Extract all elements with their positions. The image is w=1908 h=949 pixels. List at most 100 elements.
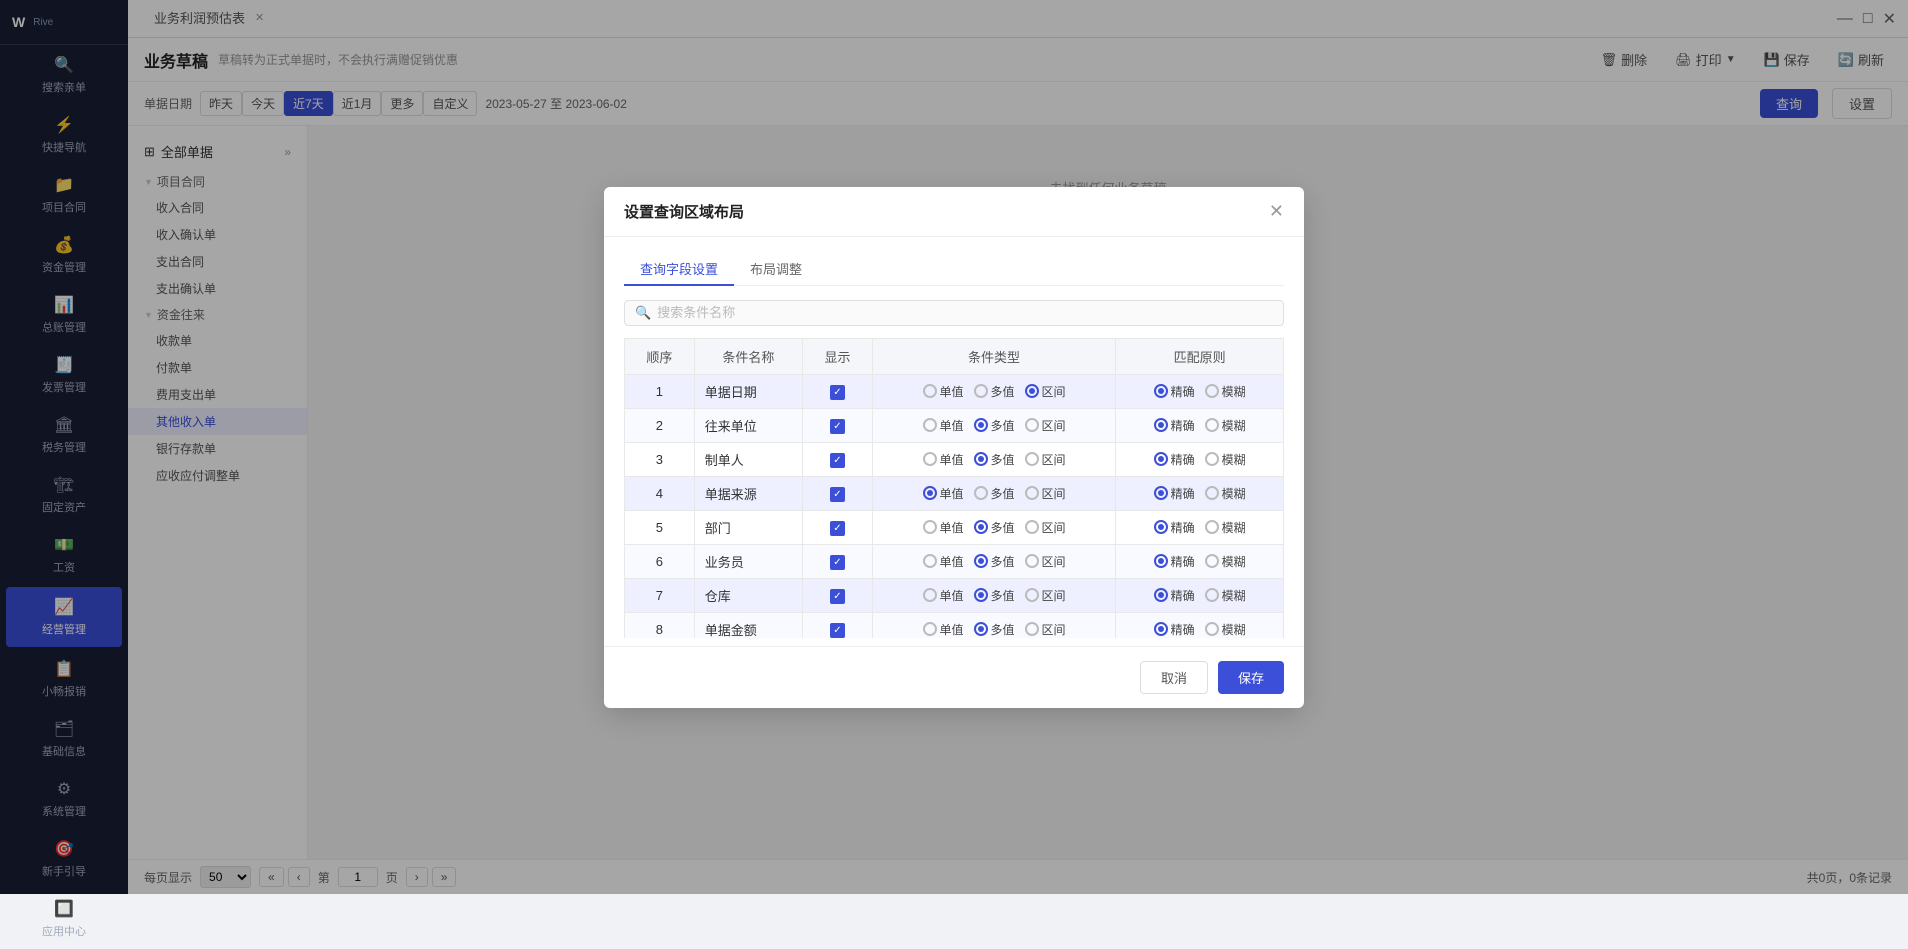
radio-dot [1205, 622, 1219, 636]
type-radio-8-2[interactable]: 区间 [1025, 621, 1066, 638]
row-checkbox-6[interactable]: ✓ [803, 544, 873, 578]
checkbox-3[interactable]: ✓ [830, 453, 845, 468]
match-radio-8-0[interactable]: 精确 [1154, 621, 1195, 638]
match-radio-7-0[interactable]: 精确 [1154, 587, 1195, 604]
match-radio-1-0[interactable]: 精确 [1154, 383, 1195, 400]
radio-dot [1025, 486, 1039, 500]
modal-search-input[interactable] [657, 305, 1273, 320]
type-radio-6-0[interactable]: 单值 [923, 553, 964, 570]
col-match: 匹配原则 [1116, 338, 1284, 374]
row-order-3: 3 [625, 442, 695, 476]
type-radio-1-2[interactable]: 区间 [1025, 383, 1066, 400]
type-radio-2-2[interactable]: 区间 [1025, 417, 1066, 434]
match-radio-4-1[interactable]: 模糊 [1205, 485, 1246, 502]
type-radio-5-2[interactable]: 区间 [1025, 519, 1066, 536]
tab-query-fields[interactable]: 查询字段设置 [624, 253, 734, 286]
type-radio-6-1[interactable]: 多值 [974, 553, 1015, 570]
row-match-1[interactable]: 精确模糊 [1116, 374, 1284, 408]
row-checkbox-7[interactable]: ✓ [803, 578, 873, 612]
row-checkbox-8[interactable]: ✓ [803, 612, 873, 638]
type-radio-5-1[interactable]: 多值 [974, 519, 1015, 536]
radio-dot [1154, 588, 1168, 602]
row-type-5[interactable]: 单值多值区间 [872, 510, 1115, 544]
radio-dot [1025, 520, 1039, 534]
table-row: 5部门✓单值多值区间精确模糊 [625, 510, 1284, 544]
row-type-6[interactable]: 单值多值区间 [872, 544, 1115, 578]
type-radio-8-1[interactable]: 多值 [974, 621, 1015, 638]
cancel-button[interactable]: 取消 [1140, 661, 1208, 694]
row-match-3[interactable]: 精确模糊 [1116, 442, 1284, 476]
row-checkbox-2[interactable]: ✓ [803, 408, 873, 442]
row-match-7[interactable]: 精确模糊 [1116, 578, 1284, 612]
row-order-6: 6 [625, 544, 695, 578]
type-radio-7-2[interactable]: 区间 [1025, 587, 1066, 604]
match-radio-7-1[interactable]: 模糊 [1205, 587, 1246, 604]
type-radio-3-2[interactable]: 区间 [1025, 451, 1066, 468]
match-radio-3-0[interactable]: 精确 [1154, 451, 1195, 468]
sidebar-item-apps[interactable]: 🔲应用中心 [0, 889, 128, 949]
row-match-6[interactable]: 精确模糊 [1116, 544, 1284, 578]
tab-layout[interactable]: 布局调整 [734, 253, 818, 286]
row-checkbox-4[interactable]: ✓ [803, 476, 873, 510]
match-radio-4-0[interactable]: 精确 [1154, 485, 1195, 502]
save-button[interactable]: 保存 [1218, 661, 1284, 694]
checkbox-2[interactable]: ✓ [830, 419, 845, 434]
match-radio-8-1[interactable]: 模糊 [1205, 621, 1246, 638]
match-radio-5-1[interactable]: 模糊 [1205, 519, 1246, 536]
row-type-7[interactable]: 单值多值区间 [872, 578, 1115, 612]
type-radio-4-1[interactable]: 多值 [974, 485, 1015, 502]
row-order-2: 2 [625, 408, 695, 442]
radio-dot [923, 452, 937, 466]
checkbox-4[interactable]: ✓ [830, 487, 845, 502]
row-match-4[interactable]: 精确模糊 [1116, 476, 1284, 510]
row-match-5[interactable]: 精确模糊 [1116, 510, 1284, 544]
radio-dot [1154, 486, 1168, 500]
match-radio-6-1[interactable]: 模糊 [1205, 553, 1246, 570]
match-radio-2-0[interactable]: 精确 [1154, 417, 1195, 434]
row-match-8[interactable]: 精确模糊 [1116, 612, 1284, 638]
checkbox-5[interactable]: ✓ [830, 521, 845, 536]
checkbox-1[interactable]: ✓ [830, 385, 845, 400]
match-radio-6-0[interactable]: 精确 [1154, 553, 1195, 570]
type-radio-2-1[interactable]: 多值 [974, 417, 1015, 434]
match-radio-5-0[interactable]: 精确 [1154, 519, 1195, 536]
radio-dot [1205, 588, 1219, 602]
table-row: 8单据金额✓单值多值区间精确模糊 [625, 612, 1284, 638]
col-type: 条件类型 [872, 338, 1115, 374]
radio-dot [1154, 622, 1168, 636]
row-match-2[interactable]: 精确模糊 [1116, 408, 1284, 442]
match-radio-2-1[interactable]: 模糊 [1205, 417, 1246, 434]
match-radio-3-1[interactable]: 模糊 [1205, 451, 1246, 468]
match-radio-1-1[interactable]: 模糊 [1205, 383, 1246, 400]
row-type-1[interactable]: 单值多值区间 [872, 374, 1115, 408]
row-type-4[interactable]: 单值多值区间 [872, 476, 1115, 510]
checkbox-6[interactable]: ✓ [830, 555, 845, 570]
type-radio-3-1[interactable]: 多值 [974, 451, 1015, 468]
type-radio-8-0[interactable]: 单值 [923, 621, 964, 638]
radio-dot [974, 418, 988, 432]
type-radio-5-0[interactable]: 单值 [923, 519, 964, 536]
type-radio-7-1[interactable]: 多值 [974, 587, 1015, 604]
radio-dot [1025, 384, 1039, 398]
row-name-2: 往来单位 [694, 408, 802, 442]
modal-close-button[interactable]: ✕ [1269, 201, 1284, 222]
type-radio-3-0[interactable]: 单值 [923, 451, 964, 468]
row-order-1: 1 [625, 374, 695, 408]
type-radio-4-2[interactable]: 区间 [1025, 485, 1066, 502]
modal-table-scroll: 顺序 条件名称 显示 条件类型 匹配原则 1单据日期✓单值多值区间精确模糊2往来… [624, 338, 1284, 638]
type-radio-2-0[interactable]: 单值 [923, 417, 964, 434]
row-checkbox-5[interactable]: ✓ [803, 510, 873, 544]
modal-overlay[interactable]: 设置查询区域布局 ✕ 查询字段设置 布局调整 🔍 顺序 条件名称 显示 [0, 0, 1908, 894]
checkbox-7[interactable]: ✓ [830, 589, 845, 604]
type-radio-1-1[interactable]: 多值 [974, 383, 1015, 400]
row-type-2[interactable]: 单值多值区间 [872, 408, 1115, 442]
type-radio-1-0[interactable]: 单值 [923, 383, 964, 400]
type-radio-4-0[interactable]: 单值 [923, 485, 964, 502]
row-type-3[interactable]: 单值多值区间 [872, 442, 1115, 476]
row-checkbox-1[interactable]: ✓ [803, 374, 873, 408]
row-type-8[interactable]: 单值多值区间 [872, 612, 1115, 638]
type-radio-7-0[interactable]: 单值 [923, 587, 964, 604]
checkbox-8[interactable]: ✓ [830, 623, 845, 638]
row-checkbox-3[interactable]: ✓ [803, 442, 873, 476]
type-radio-6-2[interactable]: 区间 [1025, 553, 1066, 570]
